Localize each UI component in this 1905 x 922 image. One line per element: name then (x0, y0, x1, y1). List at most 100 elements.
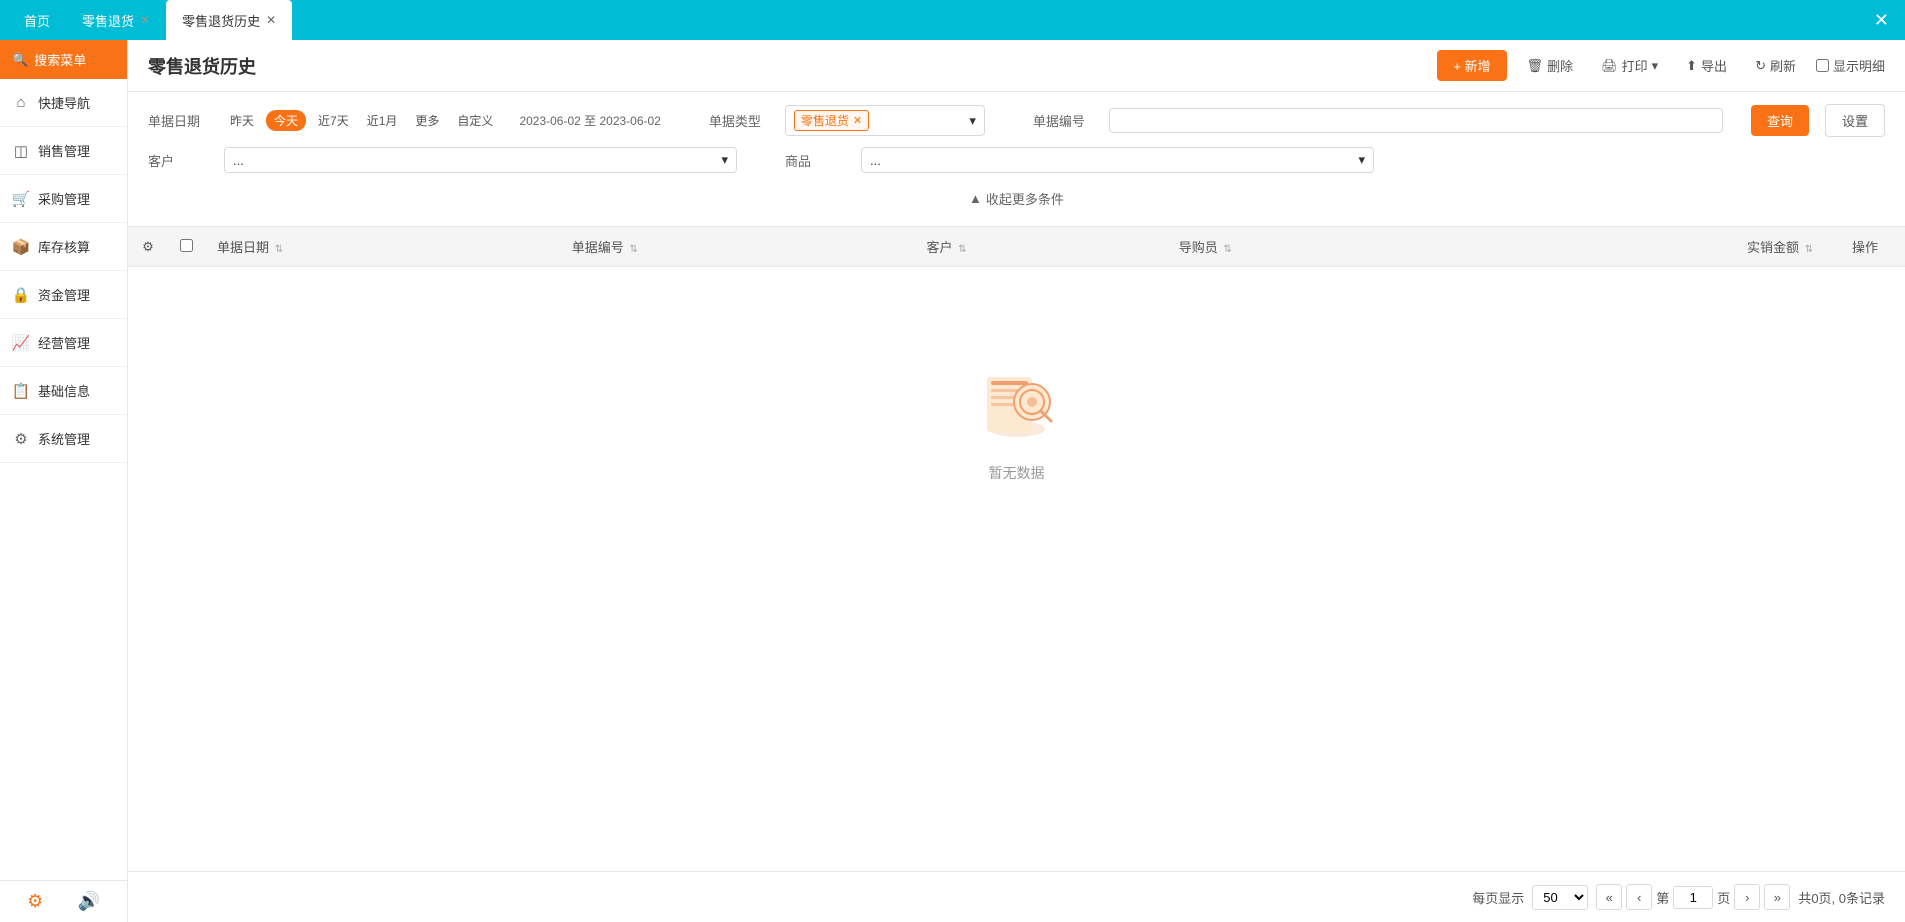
empty-illustration (967, 347, 1067, 447)
date-option-custom[interactable]: 自定义 (451, 110, 499, 131)
date-range-display: 2023-06-02 至 2023-06-02 (519, 112, 660, 129)
empty-state: 暂无数据 (128, 267, 1905, 563)
sidebar-item-system-mgmt[interactable]: ⚙ 系统管理 (0, 415, 127, 463)
system-icon: ⚙ (12, 430, 30, 448)
doc-type-select[interactable]: 零售退货 ✕ ▾ (785, 105, 985, 136)
query-button[interactable]: 查询 (1751, 105, 1809, 136)
add-button[interactable]: + 新增 (1437, 50, 1506, 81)
search-menu-label: 搜索菜单 (34, 50, 86, 69)
page-header: 零售退货历史 + 新增 🗑 删除 🖨 打印 ▾ ⬆ 导出 ↻ (128, 40, 1905, 92)
sidebar: 🔍 搜索菜单 ⌂ 快捷导航 ◫ 销售管理 🛒 采购管理 📦 库存核算 🔒 (0, 40, 128, 922)
delete-icon: 🗑 (1527, 58, 1544, 74)
table-header-guide[interactable]: 导购员 ⇅ (1167, 227, 1471, 267)
sidebar-item-basic-info[interactable]: 📋 基础信息 (0, 367, 127, 415)
volume-footer-icon[interactable]: 🔊 (77, 891, 99, 912)
tab-retail-return-label: 零售退货 (82, 11, 134, 30)
print-label: 打印 (1622, 56, 1648, 75)
number-col-label: 单据编号 (572, 240, 624, 255)
date-option-yesterday[interactable]: 昨天 (224, 110, 260, 131)
column-settings-icon[interactable]: ⚙ (142, 239, 154, 254)
sidebar-item-operations-mgmt[interactable]: 📈 经营管理 (0, 319, 127, 367)
doc-type-dropdown-icon: ▾ (969, 113, 976, 129)
date-option-1month[interactable]: 近1月 (361, 110, 404, 131)
date-option-today[interactable]: 今天 (266, 110, 306, 131)
refresh-button[interactable]: ↻ 刷新 (1747, 52, 1804, 79)
sidebar-nav: ⌂ 快捷导航 ◫ 销售管理 🛒 采购管理 📦 库存核算 🔒 资金管理 📈 经 (0, 79, 127, 880)
table-header-ops: 操作 (1825, 227, 1905, 267)
print-button[interactable]: 🖨 打印 ▾ (1593, 52, 1666, 79)
operations-icon: 📈 (12, 334, 30, 352)
inventory-icon: 📦 (12, 238, 30, 256)
page-size-label: 每页显示 (1472, 888, 1524, 907)
guide-col-label: 导购员 (1179, 240, 1218, 255)
table-header-number[interactable]: 单据编号 ⇅ (560, 227, 915, 267)
sidebar-item-sales-mgmt[interactable]: ◫ 销售管理 (0, 127, 127, 175)
finance-icon: 🔒 (12, 286, 30, 304)
guide-sort-icon: ⇅ (1223, 244, 1231, 255)
filter-area: 单据日期 昨天 今天 近7天 近1月 更多 自定义 2023-06-02 至 2… (128, 92, 1905, 227)
tab-retail-return-history[interactable]: 零售退货历史 ✕ (166, 0, 292, 40)
display-detail-label: 显示明细 (1833, 56, 1885, 75)
goods-select[interactable]: ... ▾ (861, 147, 1374, 173)
tab-retail-return-history-close[interactable]: ✕ (266, 13, 276, 27)
tab-home[interactable]: 首页 (8, 0, 66, 40)
customer-select[interactable]: ... ▾ (224, 147, 737, 173)
delete-button[interactable]: 🗑 删除 (1519, 52, 1582, 79)
filter-row-1: 单据日期 昨天 今天 近7天 近1月 更多 自定义 2023-06-02 至 2… (148, 104, 1885, 137)
sidebar-item-quick-nav-label: 快捷导航 (38, 93, 90, 112)
date-option-more[interactable]: 更多 (409, 110, 445, 131)
table-header-customer[interactable]: 客户 ⇅ (914, 227, 1166, 267)
collapse-icon: ▲ (969, 191, 982, 206)
page-next-button[interactable]: › (1734, 884, 1760, 910)
search-menu-button[interactable]: 🔍 搜索菜单 (0, 40, 127, 79)
table-header-settings[interactable]: ⚙ (128, 227, 168, 267)
sidebar-item-inventory[interactable]: 📦 库存核算 (0, 223, 127, 271)
select-all-checkbox[interactable] (180, 239, 193, 252)
settings-button[interactable]: 设置 (1825, 104, 1885, 137)
empty-cell: 暂无数据 (128, 267, 1905, 564)
display-detail-toggle[interactable]: 显示明细 (1816, 56, 1885, 75)
date-sort-icon: ⇅ (275, 244, 283, 255)
tab-bar: 首页 零售退货 ✕ 零售退货历史 ✕ ✕ (0, 0, 1905, 40)
doc-number-input[interactable] (1109, 108, 1723, 133)
date-option-7days[interactable]: 近7天 (312, 110, 355, 131)
page-unit: 页 (1717, 888, 1730, 907)
collapse-label: 收起更多条件 (986, 189, 1064, 208)
sidebar-item-purchase-mgmt-label: 采购管理 (38, 189, 90, 208)
window-close-button[interactable]: ✕ (1866, 10, 1897, 31)
table-header-amount[interactable]: 实销金额 ⇅ (1470, 227, 1825, 267)
page-number-input[interactable] (1673, 886, 1713, 909)
basic-info-icon: 📋 (12, 382, 30, 400)
goods-dropdown-icon: ▾ (1358, 152, 1365, 168)
page-last-button[interactable]: » (1764, 884, 1790, 910)
header-actions: + 新增 🗑 删除 🖨 打印 ▾ ⬆ 导出 ↻ 刷新 (1437, 50, 1885, 81)
page-size-select[interactable]: 20 50 100 (1532, 885, 1588, 910)
number-sort-icon: ⇅ (629, 244, 637, 255)
doc-type-tag-remove[interactable]: ✕ (853, 114, 862, 127)
refresh-icon: ↻ (1755, 58, 1766, 74)
page-first-button[interactable]: « (1596, 884, 1622, 910)
page-nav: « ‹ 第 页 › » (1596, 884, 1790, 910)
export-icon: ⬆ (1686, 58, 1697, 74)
tab-retail-return[interactable]: 零售退货 ✕ (66, 0, 166, 40)
table-header-checkbox[interactable] (168, 227, 205, 267)
table-header-date[interactable]: 单据日期 ⇅ (205, 227, 560, 267)
empty-row: 暂无数据 (128, 267, 1905, 564)
sidebar-item-finance-mgmt[interactable]: 🔒 资金管理 (0, 271, 127, 319)
display-detail-checkbox[interactable] (1816, 59, 1829, 72)
doc-type-filter-label: 单据类型 (709, 111, 769, 130)
total-info: 共0页, 0条记录 (1798, 888, 1885, 907)
tab-retail-return-close[interactable]: ✕ (140, 13, 150, 27)
sidebar-item-purchase-mgmt[interactable]: 🛒 采购管理 (0, 175, 127, 223)
collapse-button[interactable]: ▲ 收起更多条件 (148, 183, 1885, 214)
doc-number-filter-label: 单据编号 (1033, 111, 1093, 130)
sidebar-item-quick-nav[interactable]: ⌂ 快捷导航 (0, 79, 127, 127)
settings-footer-icon[interactable]: ⚙ (27, 891, 43, 912)
content-area: 零售退货历史 + 新增 🗑 删除 🖨 打印 ▾ ⬆ 导出 ↻ (128, 40, 1905, 922)
table-area: ⚙ 单据日期 ⇅ 单据编号 ⇅ (128, 227, 1905, 871)
filter-row-2: 客户 ... ▾ 商品 ... ▾ (148, 147, 1885, 173)
page-label: 第 (1656, 888, 1669, 907)
export-button[interactable]: ⬆ 导出 (1678, 52, 1735, 79)
page-prev-button[interactable]: ‹ (1626, 884, 1652, 910)
empty-text: 暂无数据 (989, 463, 1045, 483)
